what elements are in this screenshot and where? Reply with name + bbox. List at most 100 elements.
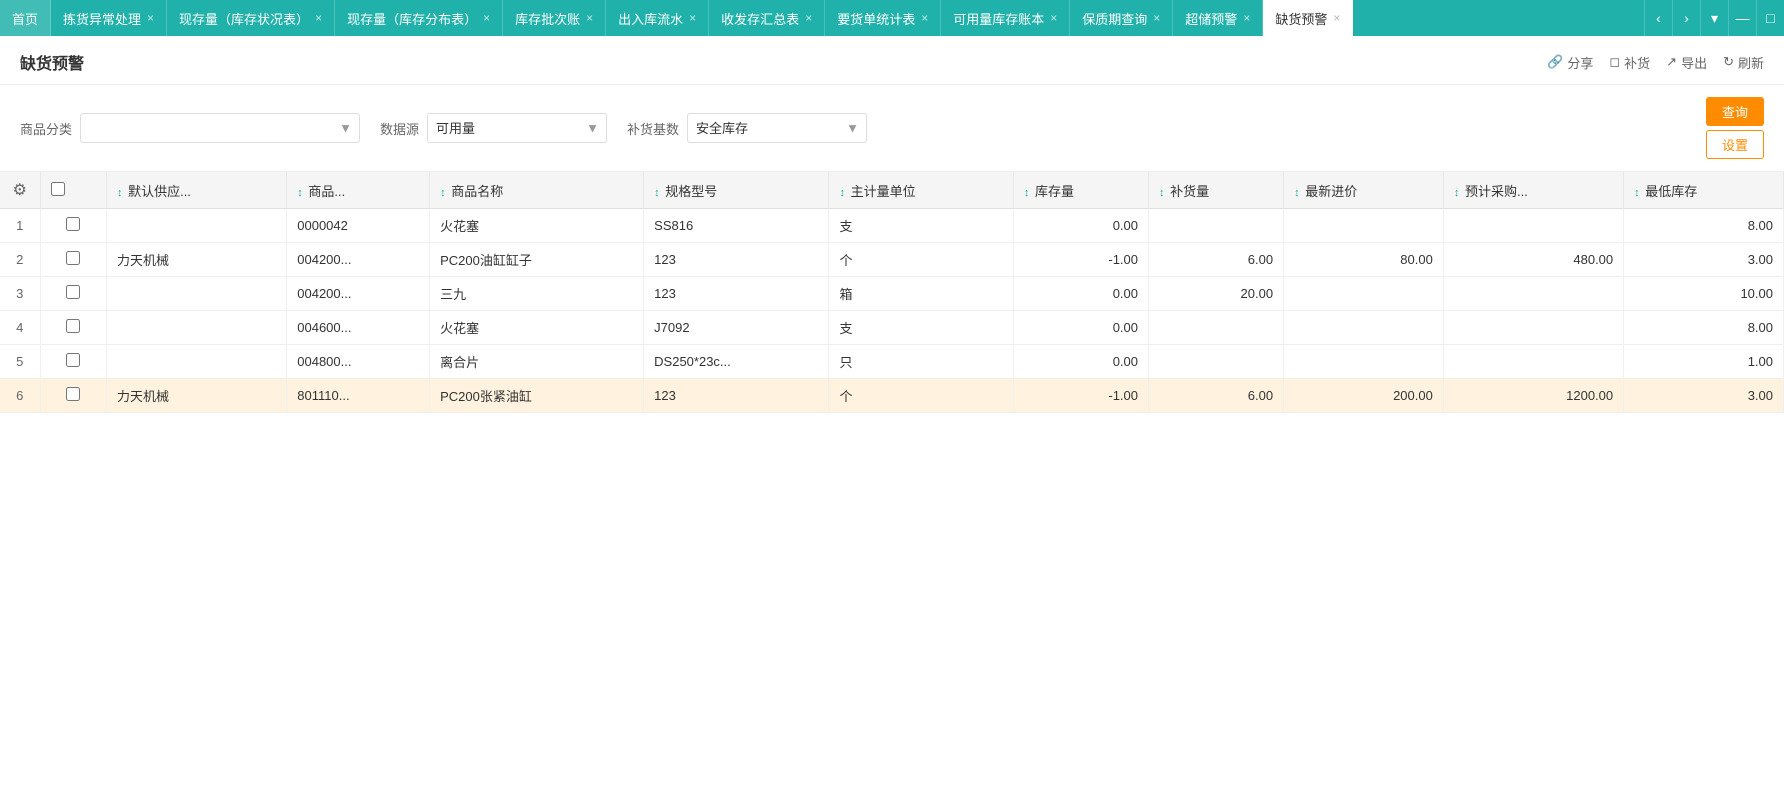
tab-receive-summary[interactable]: 收发存汇总表 ×	[709, 0, 825, 36]
tab-close-receive-summary[interactable]: ×	[805, 11, 812, 25]
tab-expiry-query[interactable]: 保质期查询 ×	[1070, 0, 1173, 36]
tab-inventory-dist[interactable]: 现存量（库存分布表） ×	[335, 0, 503, 36]
tab-home[interactable]: 首页	[0, 0, 51, 36]
sort-icon: ↕	[839, 187, 845, 199]
column-settings-icon[interactable]: ⚙	[13, 182, 27, 199]
tab-close-abnormal[interactable]: ×	[147, 11, 154, 25]
tab-batch-account[interactable]: 库存批次账 ×	[503, 0, 606, 36]
category-label: 商品分类	[20, 119, 72, 138]
row-checkbox[interactable]	[66, 217, 80, 231]
tab-bar: 首页 拣货异常处理 × 现存量（库存状况表） × 现存量（库存分布表） × 库存…	[0, 0, 1784, 36]
tab-inventory-status[interactable]: 现存量（库存状况表） ×	[167, 0, 335, 36]
row-checkbox[interactable]	[66, 387, 80, 401]
row-unit: 支	[829, 209, 1013, 243]
datasource-select-wrapper: 可用量 库存量 ▼	[427, 113, 607, 143]
col-estimated-purchase[interactable]: ↕ 预计采购...	[1443, 172, 1623, 209]
row-replenish-qty	[1149, 311, 1284, 345]
col-product-code[interactable]: ↕ 商品...	[287, 172, 430, 209]
replenish-basis-label: 补货基数	[627, 119, 679, 138]
row-checkbox[interactable]	[66, 251, 80, 265]
replenish-basis-filter-group: 补货基数 安全库存 最低库存 ▼	[627, 113, 867, 143]
row-checkbox-cell	[40, 311, 106, 345]
tab-nav-buttons: ‹ › ▾ — □	[1644, 0, 1784, 36]
table-row: 5 004800... 离合片 DS250*23c... 只 0.00 1.00	[0, 345, 1784, 379]
col-latest-price[interactable]: ↕ 最新进价	[1284, 172, 1444, 209]
datasource-label: 数据源	[380, 119, 419, 138]
tab-inout-flow[interactable]: 出入库流水 ×	[606, 0, 709, 36]
row-supplier	[106, 209, 286, 243]
export-button[interactable]: ↗ 导出	[1666, 53, 1707, 72]
tab-close-inout-flow[interactable]: ×	[689, 11, 696, 25]
row-estimated-purchase	[1443, 277, 1623, 311]
row-spec: J7092	[644, 311, 829, 345]
query-button[interactable]: 查询	[1706, 97, 1764, 126]
col-unit[interactable]: ↕ 主计量单位	[829, 172, 1013, 209]
col-supplier[interactable]: ↕ 默认供应...	[106, 172, 286, 209]
tab-prev-button[interactable]: ‹	[1644, 0, 1672, 36]
row-num: 1	[0, 209, 40, 243]
tab-menu-button[interactable]: ▾	[1700, 0, 1728, 36]
replenish-basis-select[interactable]: 安全库存 最低库存	[687, 113, 867, 143]
row-checkbox[interactable]	[66, 319, 80, 333]
select-all-checkbox[interactable]	[51, 182, 65, 196]
tab-overstock[interactable]: 超储预警 ×	[1173, 0, 1263, 36]
tab-close-inventory-dist[interactable]: ×	[483, 11, 490, 25]
tab-minimize-button[interactable]: —	[1728, 0, 1756, 36]
row-stock: 0.00	[1013, 277, 1148, 311]
row-num: 4	[0, 311, 40, 345]
sort-icon: ↕	[117, 187, 123, 199]
datasource-select[interactable]: 可用量 库存量	[427, 113, 607, 143]
row-checkbox[interactable]	[66, 285, 80, 299]
row-num: 2	[0, 243, 40, 277]
tab-close-available-ledger[interactable]: ×	[1050, 11, 1057, 25]
row-product-code: 004600...	[287, 311, 430, 345]
row-checkbox[interactable]	[66, 353, 80, 367]
tab-close-shortage[interactable]: ×	[1333, 11, 1340, 25]
tab-close-overstock[interactable]: ×	[1243, 11, 1250, 25]
row-unit: 只	[829, 345, 1013, 379]
replenish-button[interactable]: ◻ 补货	[1609, 53, 1650, 72]
row-min-stock: 8.00	[1624, 311, 1784, 345]
row-checkbox-cell	[40, 345, 106, 379]
tab-close-batch-account[interactable]: ×	[586, 11, 593, 25]
tab-available-ledger[interactable]: 可用量库存账本 ×	[941, 0, 1070, 36]
tab-demand-stat[interactable]: 要货单统计表 ×	[825, 0, 941, 36]
row-product-name: 火花塞	[430, 311, 644, 345]
table-row: 1 0000042 火花塞 SS816 支 0.00 8.00	[0, 209, 1784, 243]
row-supplier	[106, 345, 286, 379]
row-estimated-purchase	[1443, 345, 1623, 379]
tab-next-button[interactable]: ›	[1672, 0, 1700, 36]
tab-close-expiry-query[interactable]: ×	[1153, 11, 1160, 25]
replenish-basis-select-wrapper: 安全库存 最低库存 ▼	[687, 113, 867, 143]
table-row: 4 004600... 火花塞 J7092 支 0.00 8.00	[0, 311, 1784, 345]
settings-button[interactable]: 设置	[1706, 130, 1764, 159]
col-product-name[interactable]: ↕ 商品名称	[430, 172, 644, 209]
tab-maximize-button[interactable]: □	[1756, 0, 1784, 36]
row-estimated-purchase: 1200.00	[1443, 379, 1623, 413]
row-latest-price: 80.00	[1284, 243, 1444, 277]
row-num: 5	[0, 345, 40, 379]
row-replenish-qty	[1149, 345, 1284, 379]
col-spec[interactable]: ↕ 规格型号	[644, 172, 829, 209]
refresh-button[interactable]: ↻ 刷新	[1723, 53, 1764, 72]
col-replenish-qty[interactable]: ↕ 补货量	[1149, 172, 1284, 209]
page-header: 缺货预警 🔗 分享 ◻ 补货 ↗ 导出 ↻ 刷新	[0, 36, 1784, 85]
row-product-code: 801110...	[287, 379, 430, 413]
row-spec: SS816	[644, 209, 829, 243]
tab-close-demand-stat[interactable]: ×	[921, 11, 928, 25]
share-icon: 🔗	[1547, 54, 1563, 70]
tab-shortage[interactable]: 缺货预警 ×	[1263, 0, 1353, 36]
row-latest-price: 200.00	[1284, 379, 1444, 413]
tab-close-inventory-status[interactable]: ×	[315, 11, 322, 25]
sort-icon: ↕	[1294, 187, 1300, 199]
tab-abnormal[interactable]: 拣货异常处理 ×	[51, 0, 167, 36]
row-supplier: 力天机械	[106, 379, 286, 413]
row-product-name: 离合片	[430, 345, 644, 379]
col-stock[interactable]: ↕ 库存量	[1013, 172, 1148, 209]
share-button[interactable]: 🔗 分享	[1547, 53, 1593, 72]
main-content: 缺货预警 🔗 分享 ◻ 补货 ↗ 导出 ↻ 刷新 商品分类	[0, 36, 1784, 796]
col-min-stock[interactable]: ↕ 最低库存	[1624, 172, 1784, 209]
shortage-table: ⚙ ↕ 默认供应... ↕ 商品... ↕ 商品名称	[0, 172, 1784, 413]
category-select[interactable]	[80, 113, 360, 143]
row-product-code: 0000042	[287, 209, 430, 243]
